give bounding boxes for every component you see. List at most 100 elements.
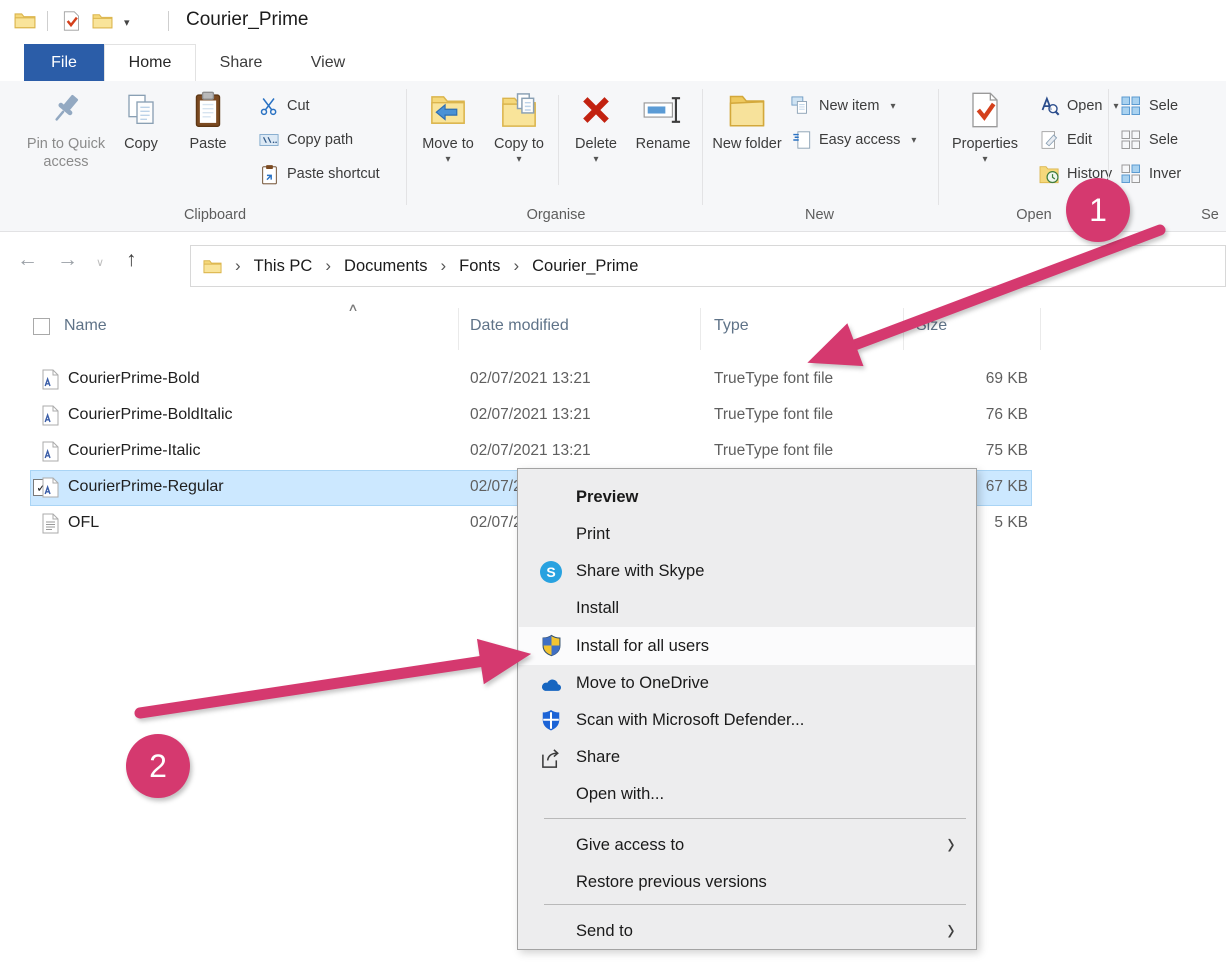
paste-button[interactable]: Paste [178,89,238,153]
menu-icon-slot [538,597,564,621]
qat-properties-button[interactable] [61,10,81,32]
menu-item-send-to[interactable]: Send to › [519,913,975,950]
copy-to-button[interactable]: Copy to [487,89,551,167]
forward-icon[interactable]: → [57,248,78,272]
file-type: TrueType font file [714,370,833,388]
invert-selection-label: Inver [1149,166,1181,182]
ribbon-tab-strip: File Home Share View [0,44,1226,81]
table-row[interactable]: CourierPrime-Italic 02/07/2021 13:21 Tru… [0,434,1226,470]
menu-item-label: Restore previous versions [576,873,767,892]
divider [47,11,48,31]
edit-button[interactable]: Edit [1038,127,1092,153]
copy-to-label: Copy to [494,135,544,153]
chevron-right-icon[interactable]: › [513,256,519,276]
select-all-checkbox[interactable] [33,318,50,335]
chevron-right-icon[interactable]: › [325,256,331,276]
menu-item-restore-previous-versions[interactable]: Restore previous versions [519,864,975,901]
move-to-label: Move to [422,135,474,153]
font-file-icon [42,405,59,426]
divider[interactable] [903,308,904,350]
text-file-icon [42,513,59,534]
table-row[interactable]: CourierPrime-BoldItalic 02/07/2021 13:21… [0,398,1226,434]
navigation-bar: ← → ∨ ↑ › This PC › Documents › Fonts › … [0,236,1226,300]
qat-customize-caret-icon[interactable]: ▾ [124,16,130,29]
move-to-button[interactable]: Move to [416,89,480,167]
menu-item-print[interactable]: Print [519,516,975,553]
address-bar[interactable]: › This PC › Documents › Fonts › Courier_… [190,245,1226,287]
divider[interactable] [700,308,701,350]
column-header-size[interactable]: Size [916,317,947,335]
tab-file[interactable]: File [24,44,104,81]
new-item-icon [790,95,812,117]
copy-button[interactable]: Copy [113,89,169,153]
menu-item-install-for-all-users[interactable]: Install for all users [519,627,975,665]
delete-button[interactable]: Delete [566,89,626,167]
submenu-chevron-icon: › [947,911,954,949]
tab-view[interactable]: View [286,44,370,81]
column-header-row: Name ∧ Date modified Type Size [0,305,1226,353]
cut-button[interactable]: Cut [258,93,310,119]
copy-path-button[interactable]: Copy path [258,127,353,153]
menu-item-install[interactable]: Install [519,590,975,627]
qat-new-folder-button[interactable] [92,12,113,29]
rename-button[interactable]: Rename [630,89,696,153]
font-file-icon [42,441,59,462]
properties-button[interactable]: Properties [948,89,1022,167]
select-all-button[interactable]: Sele [1120,93,1178,119]
column-header-name[interactable]: Name [64,317,107,335]
edit-label: Edit [1067,132,1092,148]
recent-locations-icon[interactable]: ∨ [96,256,104,269]
easy-access-button[interactable]: Easy access [790,127,916,153]
window-title: Courier_Prime [186,9,308,31]
menu-icon-slot [538,523,564,547]
new-item-button[interactable]: New item [790,93,895,119]
menu-item-label: Print [576,525,610,544]
menu-item-open-with[interactable]: Open with... [519,776,975,813]
menu-item-label: Install [576,599,619,618]
submenu-chevron-icon: › [947,825,954,863]
divider[interactable] [458,308,459,350]
select-none-icon [1120,129,1142,151]
menu-item-label: Scan with Microsoft Defender... [576,711,804,730]
delete-icon [580,89,612,131]
copy-label: Copy [124,135,158,153]
breadcrumb-this-pc[interactable]: This PC [254,257,313,276]
menu-item-label: Give access to [576,836,684,855]
menu-item-preview[interactable]: Preview [519,479,975,516]
font-file-icon [42,477,59,498]
pin-to-quick-access-button[interactable]: Pin to Quick access [22,89,110,171]
file-name: CourierPrime-Bold [68,370,200,388]
select-none-button[interactable]: Sele [1120,127,1178,153]
file-name: CourierPrime-Italic [68,442,200,460]
copy-path-label: Copy path [287,132,353,148]
chevron-right-icon: › [235,256,241,276]
chevron-right-icon[interactable]: › [440,256,446,276]
file-type: TrueType font file [714,442,833,460]
back-icon[interactable]: ← [17,248,38,272]
open-button[interactable]: Open [1038,93,1119,119]
new-folder-button[interactable]: New folder [712,89,782,153]
skype-icon: S [538,560,564,584]
menu-item-scan-with-defender[interactable]: Scan with Microsoft Defender... [519,702,975,739]
select-all-label: Sele [1149,98,1178,114]
menu-item-share-with-skype[interactable]: S Share with Skype [519,553,975,590]
up-icon[interactable]: ↑ [126,248,137,272]
column-header-date-modified[interactable]: Date modified [470,317,569,335]
menu-item-move-to-onedrive[interactable]: Move to OneDrive [519,665,975,702]
move-to-icon [429,89,467,131]
invert-selection-button[interactable]: Inver [1120,161,1181,187]
tab-home[interactable]: Home [104,44,196,81]
column-header-type[interactable]: Type [714,317,749,335]
title-bar: ▾ Courier_Prime [0,0,1226,44]
breadcrumb-fonts[interactable]: Fonts [459,257,500,276]
breadcrumb-documents[interactable]: Documents [344,257,427,276]
open-icon [1038,95,1060,117]
breadcrumb-courier-prime[interactable]: Courier_Prime [532,257,638,276]
new-group-label: New [712,207,927,223]
table-row[interactable]: CourierPrime-Bold 02/07/2021 13:21 TrueT… [0,362,1226,398]
tab-share[interactable]: Share [196,44,286,81]
menu-item-give-access-to[interactable]: Give access to › [519,827,975,864]
divider[interactable] [1040,308,1041,350]
paste-shortcut-button[interactable]: Paste shortcut [258,161,380,187]
menu-item-share[interactable]: Share [519,739,975,776]
